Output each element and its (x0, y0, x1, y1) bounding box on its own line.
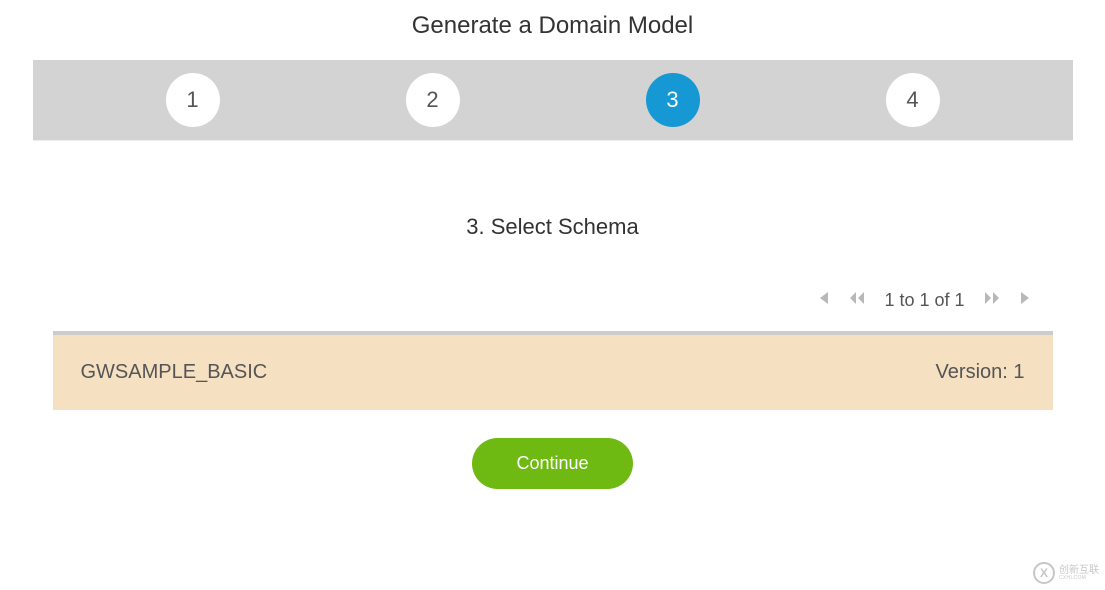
pager-label: 1 to 1 of 1 (884, 290, 964, 311)
wizard-container: 1 2 3 4 3. Select Schema 1 to 1 of 1 GWS… (33, 60, 1073, 489)
continue-button[interactable]: Continue (472, 438, 632, 489)
schema-row[interactable]: GWSAMPLE_BASIC Version: 1 (53, 331, 1053, 410)
pager-next-icon[interactable] (983, 290, 1001, 311)
watermark-sub: CXHLCOM (1059, 576, 1099, 581)
watermark: X 创新互联 CXHLCOM (1033, 562, 1099, 584)
watermark-brand: 创新互联 (1059, 566, 1099, 576)
pager-prev-icon[interactable] (848, 290, 866, 311)
continue-wrap: Continue (33, 438, 1073, 489)
page-title: Generate a Domain Model (0, 0, 1105, 60)
schema-name: GWSAMPLE_BASIC (81, 361, 268, 384)
step-4[interactable]: 4 (886, 73, 940, 127)
step-2[interactable]: 2 (406, 73, 460, 127)
step-heading: 3. Select Schema (33, 214, 1073, 240)
step-1[interactable]: 1 (166, 73, 220, 127)
watermark-text: 创新互联 CXHLCOM (1059, 566, 1099, 581)
content-area: 3. Select Schema 1 to 1 of 1 GWSAMPLE_BA… (33, 140, 1073, 489)
step-3[interactable]: 3 (646, 73, 700, 127)
watermark-logo-icon: X (1033, 562, 1055, 584)
step-progress-bar: 1 2 3 4 (33, 60, 1073, 140)
schema-version: Version: 1 (936, 361, 1025, 384)
pager: 1 to 1 of 1 (33, 290, 1073, 331)
pager-last-icon[interactable] (1019, 290, 1033, 311)
pager-first-icon[interactable] (816, 290, 830, 311)
